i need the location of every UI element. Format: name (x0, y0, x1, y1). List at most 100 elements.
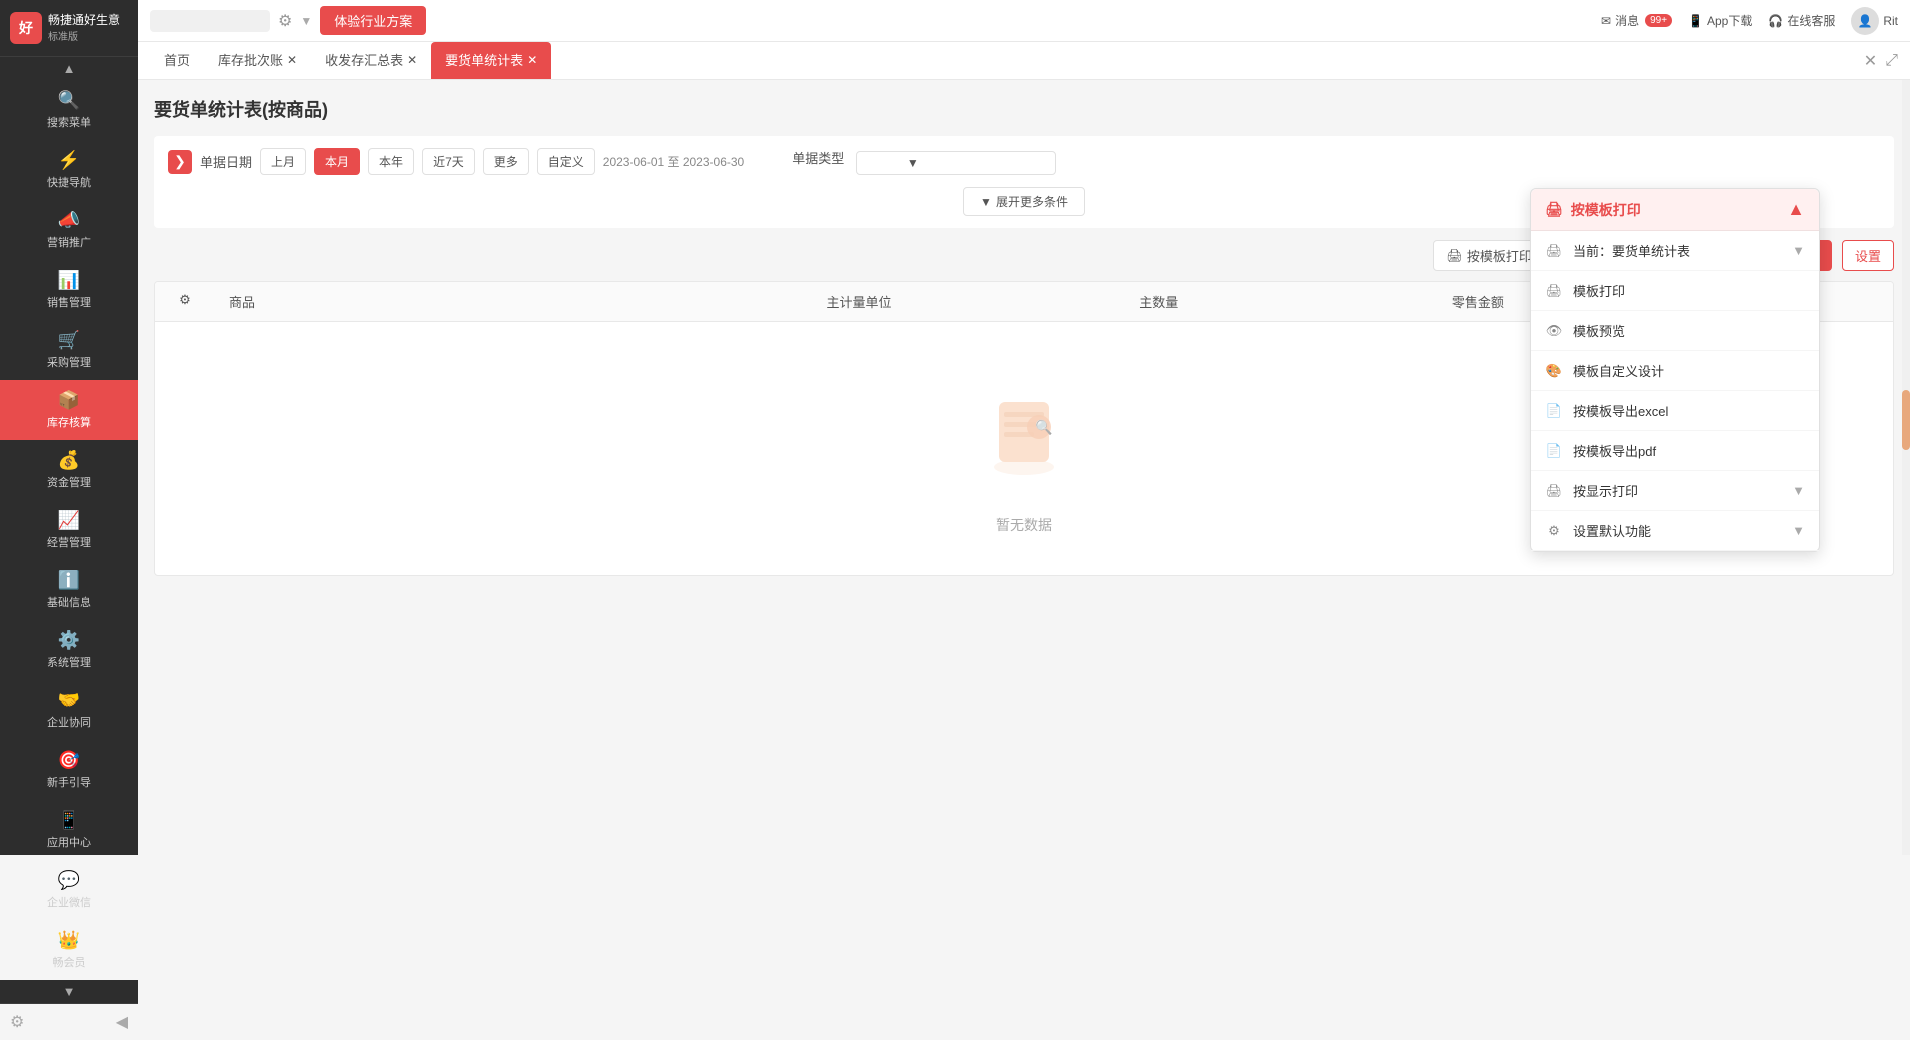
tab-expand-area: ✕ ⤢ (1864, 51, 1898, 71)
printer-icon: 🖨 (1446, 248, 1463, 264)
last7-btn[interactable]: 近7天 (422, 148, 475, 175)
dropdown-display-print[interactable]: 🖨 按显示打印 ▼ (1531, 471, 1819, 511)
tab-home[interactable]: 首页 (150, 42, 204, 79)
sidebar-item-sales[interactable]: 📊 销售管理 (0, 260, 138, 320)
logo-text-block: 畅捷通好生意 标准版 (48, 13, 120, 44)
app-download-icon: 📱 (1688, 14, 1703, 28)
prev-month-btn[interactable]: 上月 (260, 148, 306, 175)
sidebar-scroll-down[interactable]: ▼ (0, 980, 138, 1003)
tab-receipts-summary-close[interactable]: ✕ (407, 53, 417, 67)
custom-btn[interactable]: 自定义 (537, 148, 595, 175)
online-service-label: 在线客服 (1787, 12, 1835, 29)
sidebar-item-wechat[interactable]: 💬 企业微信 (0, 860, 138, 920)
search-icon: 🔍 (58, 90, 80, 111)
sidebar-item-finance[interactable]: 💰 资金管理 (0, 440, 138, 500)
tab-inventory-batch[interactable]: 库存批次账 ✕ (204, 42, 311, 79)
sidebar-item-app-center[interactable]: 📱 应用中心 (0, 800, 138, 860)
set-default-icon: ⚙ (1545, 523, 1563, 539)
dropdown-current-template[interactable]: 🖨 当前：要货单统计表 ▼ (1531, 231, 1819, 271)
more-btn[interactable]: 更多 (483, 148, 529, 175)
order-type-label: 单据类型 (792, 151, 844, 166)
page-title: 要货单统计表(按商品) (154, 96, 1894, 122)
this-month-btn[interactable]: 本月 (314, 148, 360, 175)
sidebar-item-marketing[interactable]: 📣 营销推广 (0, 200, 138, 260)
topbar-gear-icon[interactable]: ⚙ (278, 11, 292, 31)
inventory-icon: 📦 (58, 390, 80, 411)
headset-icon: 🎧 (1768, 14, 1783, 28)
online-service-item[interactable]: 🎧 在线客服 (1768, 12, 1835, 29)
basic-info-icon: ℹ️ (58, 570, 80, 591)
close-tab-btn[interactable]: ✕ (1864, 51, 1877, 71)
topbar-right: ✉ 消息 99+ 📱 App下载 🎧 在线客服 👤 Rit (1601, 7, 1898, 35)
sidebar-item-label-basic-info: 基础信息 (47, 594, 91, 610)
app-center-icon: 📱 (58, 810, 80, 831)
sidebar-item-label-sales: 销售管理 (47, 294, 91, 310)
tab-inventory-batch-close[interactable]: ✕ (287, 53, 297, 67)
sidebar-item-system[interactable]: ⚙️ 系统管理 (0, 620, 138, 680)
industry-solution-button[interactable]: 体验行业方案 (320, 6, 426, 35)
settings-footer-icon[interactable]: ⚙ (10, 1012, 24, 1032)
scrollbar-thumb (1902, 390, 1910, 450)
set-default-label: 设置默认功能 (1573, 521, 1782, 540)
tab-order-stats[interactable]: 要货单统计表 ✕ (431, 42, 551, 79)
tabbar: 首页 库存批次账 ✕ 收发存汇总表 ✕ 要货单统计表 ✕ ✕ ⤢ (138, 42, 1910, 80)
app-download-item[interactable]: 📱 App下载 (1688, 12, 1752, 29)
user-avatar-item[interactable]: 👤 Rit (1851, 7, 1898, 35)
dropdown-item-export-excel[interactable]: 📄 按模板导出excel (1531, 391, 1819, 431)
sidebar-item-inventory[interactable]: 📦 库存核算 (0, 380, 138, 440)
filter-toggle-button[interactable]: ❯ (168, 150, 192, 174)
template-print-label: 按模板打印 (1467, 246, 1532, 265)
topbar-dropdown-arrow[interactable]: ▼ (300, 14, 312, 28)
sidebar: 好 畅捷通好生意 标准版 ▲ 🔍 搜索菜单 ⚡ 快捷导航 📣 营销推广 📊 销售… (0, 0, 138, 855)
sidebar-item-purchase[interactable]: 🛒 采购管理 (0, 320, 138, 380)
messages-item[interactable]: ✉ 消息 99+ (1601, 12, 1672, 29)
sidebar-item-basic-info[interactable]: ℹ️ 基础信息 (0, 560, 138, 620)
dropdown-item-template-print[interactable]: 🖨 模板打印 (1531, 271, 1819, 311)
dropdown-close-arrow[interactable]: ▲ (1787, 199, 1805, 220)
sidebar-item-label-inventory: 库存核算 (47, 414, 91, 430)
collapse-footer-icon[interactable]: ◀ (116, 1012, 128, 1032)
expand-more-btn[interactable]: ▼ 展开更多条件 (963, 187, 1085, 216)
settings-button[interactable]: 设置 (1842, 240, 1894, 271)
dropdown-printer-icon: 🖨 (1545, 201, 1563, 218)
dropdown-item-template-preview[interactable]: 👁 模板预览 (1531, 311, 1819, 351)
th-settings[interactable]: ⚙ (155, 292, 215, 311)
dropdown-menu: 🖨 按模板打印 ▲ 🖨 当前：要货单统计表 ▼ 🖨 模板打印 👁 模板预览 (1530, 188, 1820, 552)
display-print-arrow: ▼ (1792, 483, 1805, 498)
sidebar-item-search[interactable]: 🔍 搜索菜单 (0, 80, 138, 140)
tab-home-label: 首页 (164, 50, 190, 69)
sidebar-item-collab[interactable]: 🤝 企业协同 (0, 680, 138, 740)
tab-receipts-summary[interactable]: 收发存汇总表 ✕ (311, 42, 431, 79)
avatar: 👤 (1851, 7, 1879, 35)
member-icon: 👑 (58, 930, 80, 951)
logo-title: 畅捷通好生意 (48, 13, 120, 29)
maximize-tab-btn[interactable]: ⤢ (1885, 52, 1898, 70)
sidebar-item-label-system: 系统管理 (47, 654, 91, 670)
dropdown-item-export-pdf[interactable]: 📄 按模板导出pdf (1531, 431, 1819, 471)
topbar-search-input[interactable] (150, 10, 270, 32)
tab-receipts-summary-label: 收发存汇总表 (325, 50, 403, 69)
sidebar-item-operations[interactable]: 📈 经营管理 (0, 500, 138, 560)
right-scrollbar[interactable] (1902, 80, 1910, 855)
current-template-arrow: ▼ (1792, 243, 1805, 258)
page-content: 要货单统计表(按商品) ❯ 单据日期 上月 本月 本年 近7天 更多 自定义 2… (138, 80, 1910, 855)
user-name: Rit (1883, 14, 1898, 28)
operations-icon: 📈 (58, 510, 80, 531)
sidebar-item-guide[interactable]: 🎯 新手引导 (0, 740, 138, 800)
this-year-btn[interactable]: 本年 (368, 148, 414, 175)
empty-illustration: 🔍 (974, 382, 1074, 501)
order-type-select[interactable]: ▼ (856, 151, 1056, 175)
messages-icon: ✉ (1601, 14, 1611, 28)
tab-order-stats-close[interactable]: ✕ (527, 53, 537, 67)
sidebar-item-member[interactable]: 👑 畅会员 (0, 920, 138, 980)
topbar-left: ⚙ ▼ 体验行业方案 (150, 6, 426, 35)
purchase-icon: 🛒 (58, 330, 80, 351)
dropdown-set-default[interactable]: ⚙ 设置默认功能 ▼ (1531, 511, 1819, 551)
guide-icon: 🎯 (58, 750, 80, 771)
dropdown-item-template-design[interactable]: 🎨 模板自定义设计 (1531, 351, 1819, 391)
dropdown-template-design-icon: 🎨 (1545, 363, 1563, 379)
sidebar-item-quick-nav[interactable]: ⚡ 快捷导航 (0, 140, 138, 200)
dropdown-export-excel-label: 按模板导出excel (1573, 401, 1805, 420)
sidebar-scroll-up[interactable]: ▲ (0, 57, 138, 80)
main-area: ⚙ ▼ 体验行业方案 ✉ 消息 99+ 📱 App下载 🎧 在线客服 👤 Rit (138, 0, 1910, 855)
